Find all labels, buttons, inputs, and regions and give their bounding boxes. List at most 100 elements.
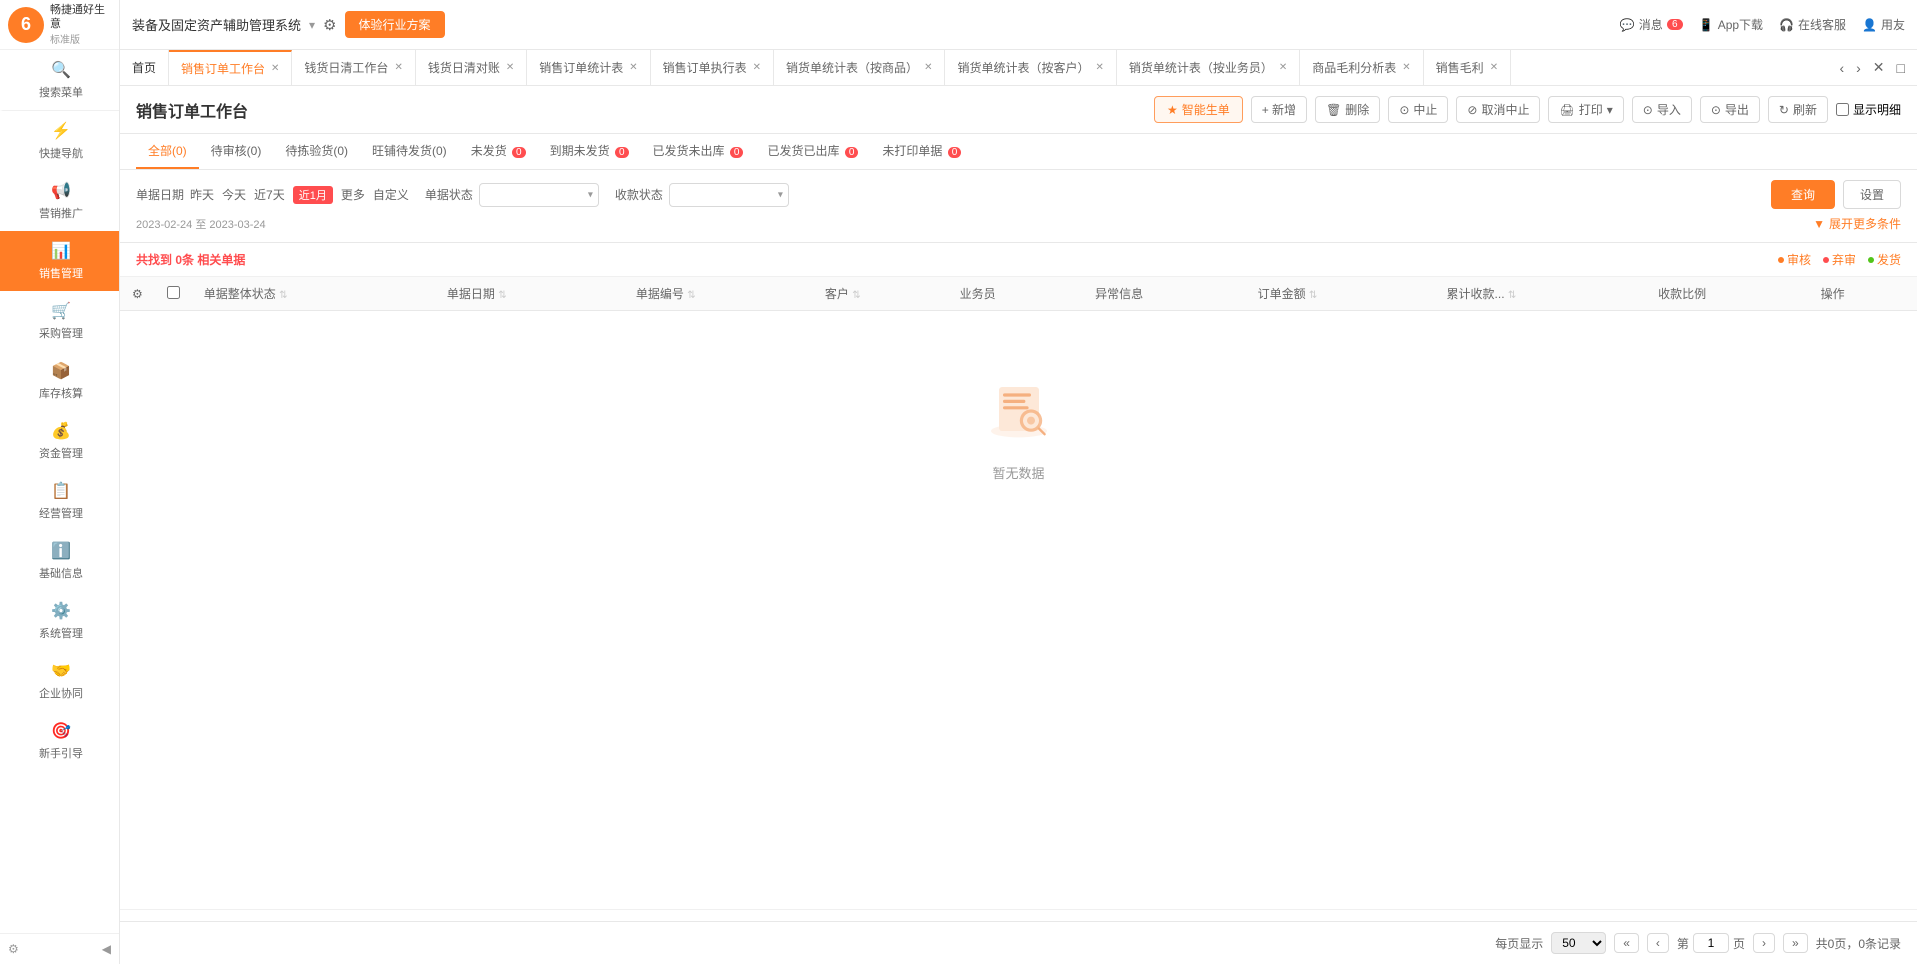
- sidebar-item-search[interactable]: 🔍 搜索菜单: [0, 50, 119, 111]
- status-select[interactable]: [479, 183, 599, 207]
- print-btn[interactable]: 🖨 打印 ▾: [1548, 96, 1623, 123]
- tab-sales-by-staff[interactable]: 销货单统计表（按业务员） ✕: [1117, 50, 1300, 86]
- tab-scroll-left[interactable]: ‹: [1835, 58, 1848, 78]
- sidebar-item-sales[interactable]: 📊 销售管理: [0, 231, 119, 291]
- add-btn[interactable]: + 新增: [1251, 96, 1307, 123]
- query-btn[interactable]: 查询: [1771, 180, 1835, 209]
- payment-select[interactable]: [669, 183, 789, 207]
- first-page-btn[interactable]: «: [1614, 933, 1639, 953]
- message-action[interactable]: 💬 消息 6: [1620, 16, 1683, 33]
- sidebar-label-collaboration: 企业协同: [39, 685, 83, 701]
- tab-close-cash-daily[interactable]: ✕: [394, 62, 402, 73]
- collapse-icon[interactable]: ◀: [102, 942, 111, 956]
- page-input[interactable]: [1693, 933, 1729, 953]
- tab-cash-reconcile[interactable]: 钱货日清对账 ✕: [416, 50, 527, 86]
- tab-maximize[interactable]: □: [1893, 58, 1909, 78]
- star-icon: ★: [1167, 103, 1178, 117]
- tab-close-sales-by-customer[interactable]: ✕: [1095, 62, 1103, 73]
- suspend-btn[interactable]: ⊙ 中止: [1388, 96, 1448, 123]
- tab-close-margin-analysis[interactable]: ✕: [1402, 62, 1410, 73]
- col-customer[interactable]: 客户: [813, 277, 948, 311]
- sub-tab-pending-audit[interactable]: 待审核(0): [199, 134, 274, 169]
- tab-close-sales-order[interactable]: ✕: [271, 63, 279, 74]
- col-checkbox[interactable]: [155, 277, 192, 311]
- sidebar-item-inventory[interactable]: 📦 库存核算: [0, 351, 119, 411]
- sub-tab-all[interactable]: 全部(0): [136, 134, 199, 169]
- sidebar-item-marketing[interactable]: 📢 营销推广: [0, 171, 119, 231]
- smart-order-btn[interactable]: ★ 智能生单: [1154, 96, 1243, 123]
- prev-page-btn[interactable]: ‹: [1647, 933, 1669, 953]
- horizontal-scrollbar[interactable]: [120, 909, 1917, 921]
- date-custom[interactable]: 自定义: [373, 186, 409, 203]
- tab-cash-daily-workbench[interactable]: 钱货日清工作台 ✕: [292, 50, 415, 86]
- sub-tab-wangpu-pending[interactable]: 旺铺待发货(0): [360, 134, 459, 169]
- tab-margin-analysis[interactable]: 商品毛利分析表 ✕: [1300, 50, 1423, 86]
- sidebar-item-operations[interactable]: 📋 经营管理: [0, 471, 119, 531]
- tab-home[interactable]: 首页: [120, 50, 169, 86]
- sub-tab-overdue-not-shipped[interactable]: 到期未发货 0: [538, 134, 641, 169]
- sub-tab-shipped-not-out[interactable]: 已发货未出库 0: [641, 134, 756, 169]
- delete-btn[interactable]: 🗑 删除: [1315, 96, 1380, 123]
- sub-tab-pending-inspect[interactable]: 待拣验货(0): [273, 134, 360, 169]
- undo-audit-action-btn[interactable]: 弃审: [1823, 251, 1856, 268]
- sub-tab-not-printed[interactable]: 未打印单据 0: [870, 134, 973, 169]
- tab-close-sales-margin[interactable]: ✕: [1490, 62, 1498, 73]
- sidebar-item-guide[interactable]: 🎯 新手引导: [0, 711, 119, 771]
- sidebar-item-quick-nav[interactable]: ⚡ 快捷导航: [0, 111, 119, 171]
- col-number[interactable]: 单据编号: [624, 277, 813, 311]
- set-btn[interactable]: 设置: [1843, 180, 1901, 209]
- tab-sales-stat[interactable]: 销售订单统计表 ✕: [527, 50, 650, 86]
- header-gear-icon[interactable]: ⚙: [323, 16, 336, 34]
- user-action[interactable]: 👤 用友: [1862, 16, 1905, 33]
- sub-tab-not-shipped[interactable]: 未发货 0: [459, 134, 538, 169]
- tab-close-cash-reconcile[interactable]: ✕: [506, 62, 514, 73]
- date-1month[interactable]: 近1月: [293, 186, 333, 204]
- per-page-select[interactable]: 50 100 200: [1551, 932, 1606, 954]
- col-amount[interactable]: 订单金额: [1246, 277, 1435, 311]
- tab-sales-by-product[interactable]: 销货单统计表（按商品） ✕: [774, 50, 945, 86]
- show-detail-checkbox[interactable]: [1836, 103, 1849, 116]
- audit-action-btn[interactable]: 审核: [1778, 251, 1811, 268]
- ship-action-btn[interactable]: 发货: [1868, 251, 1901, 268]
- column-settings-icon[interactable]: ⚙: [132, 287, 143, 301]
- tab-sales-exec[interactable]: 销售订单执行表 ✕: [651, 50, 774, 86]
- tab-close-sales-by-product[interactable]: ✕: [924, 62, 932, 73]
- sidebar-item-basic-info[interactable]: ℹ️ 基础信息: [0, 531, 119, 591]
- import-btn[interactable]: ⊙ 导入: [1632, 96, 1692, 123]
- tab-sales-margin[interactable]: 销售毛利 ✕: [1424, 50, 1511, 86]
- show-detail-checkbox-wrap[interactable]: 显示明细: [1836, 101, 1901, 118]
- tab-close-sales-stat[interactable]: ✕: [629, 62, 637, 73]
- last-page-btn[interactable]: »: [1783, 933, 1808, 953]
- export-btn[interactable]: ⊙ 导出: [1700, 96, 1760, 123]
- tab-close-sales-exec[interactable]: ✕: [753, 62, 761, 73]
- col-cumulative[interactable]: 累计收款...: [1435, 277, 1647, 311]
- col-date[interactable]: 单据日期: [435, 277, 624, 311]
- expand-conditions-btn[interactable]: ▼ 展开更多条件: [1813, 215, 1901, 232]
- cancel-suspend-btn[interactable]: ⊘ 取消中止: [1456, 96, 1540, 123]
- date-more[interactable]: 更多: [341, 186, 365, 203]
- tab-scroll-right[interactable]: ›: [1852, 58, 1865, 78]
- tab-sales-order-workbench[interactable]: 销售订单工作台 ✕: [169, 50, 292, 86]
- table-scroll[interactable]: ⚙ 单据整体状态 单据日期 单: [120, 277, 1917, 909]
- industry-btn[interactable]: 体验行业方案: [345, 11, 445, 38]
- tab-close-all[interactable]: ✕: [1869, 57, 1889, 78]
- sub-tab-shipped-out[interactable]: 已发货已出库 0: [755, 134, 870, 169]
- date-yesterday[interactable]: 昨天: [190, 186, 214, 203]
- app-download-action[interactable]: 📱 App下载: [1699, 16, 1763, 33]
- system-dropdown-icon[interactable]: ▾: [309, 18, 315, 32]
- settings-icon[interactable]: ⚙: [8, 942, 19, 956]
- col-settings[interactable]: ⚙: [120, 277, 155, 311]
- select-all-checkbox[interactable]: [167, 286, 180, 299]
- sidebar-item-finance[interactable]: 💰 资金管理: [0, 411, 119, 471]
- sidebar-item-collaboration[interactable]: 🤝 企业协同: [0, 651, 119, 711]
- date-7days[interactable]: 近7天: [254, 186, 285, 203]
- online-service-action[interactable]: 🎧 在线客服: [1779, 16, 1846, 33]
- next-page-btn[interactable]: ›: [1753, 933, 1775, 953]
- tab-sales-by-customer[interactable]: 销货单统计表（按客户） ✕: [945, 50, 1116, 86]
- refresh-btn[interactable]: ↻ 刷新: [1768, 96, 1828, 123]
- sidebar-item-system[interactable]: ⚙️ 系统管理: [0, 591, 119, 651]
- sidebar-item-purchase[interactable]: 🛒 采购管理: [0, 291, 119, 351]
- date-today[interactable]: 今天: [222, 186, 246, 203]
- tab-close-sales-by-staff[interactable]: ✕: [1279, 62, 1287, 73]
- col-status[interactable]: 单据整体状态: [192, 277, 435, 311]
